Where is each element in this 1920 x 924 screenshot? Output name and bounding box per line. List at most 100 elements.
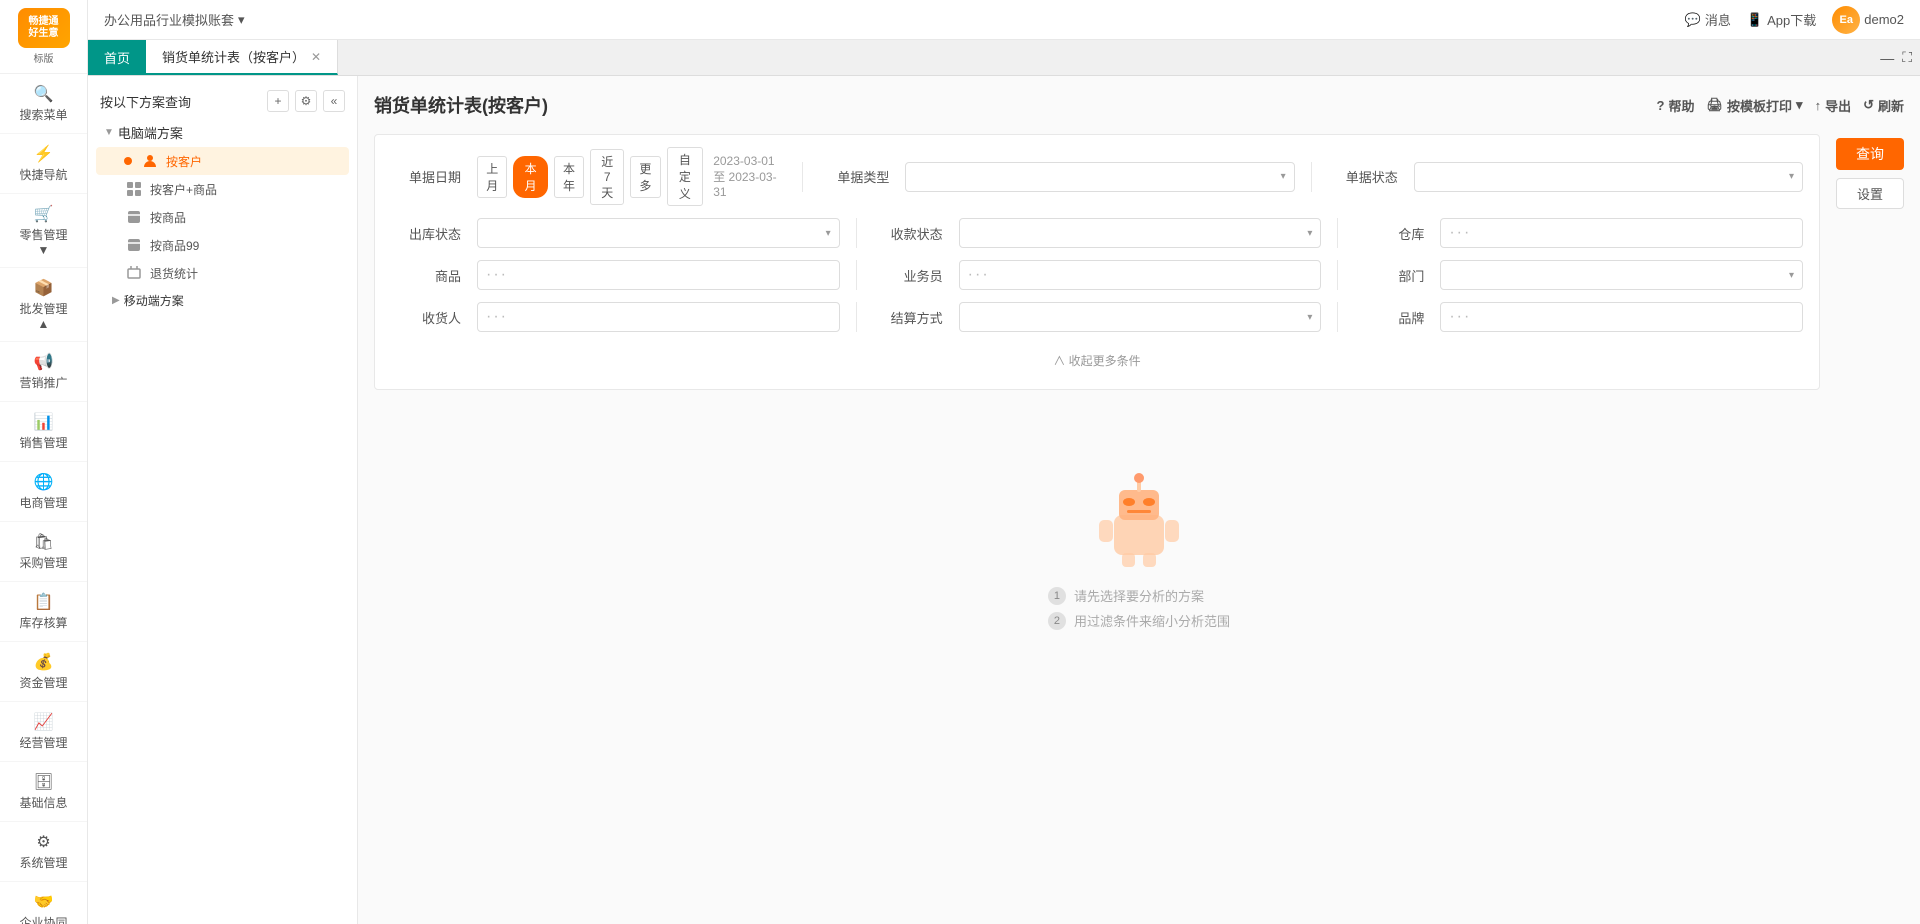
scheme-by-customer-goods[interactable]: 按客户+商品 (96, 175, 349, 203)
filter-row-1: 单据日期 上月 本月 本年 近7天 更多 自定义 2023-03-01 至 20… (391, 147, 1803, 206)
sidebar-item-label: 快捷导航 (4, 166, 83, 183)
sidebar-item-wholesale[interactable]: 📦 批发管理 ▲ (0, 268, 87, 342)
scheme-by-customer[interactable]: 按客户 (96, 147, 349, 175)
collapse-icon: « (331, 94, 338, 108)
recipient-label: 收货人 (391, 308, 461, 327)
mobile-scheme-group: ▶ 移动端方案 (88, 287, 357, 314)
user-profile-btn[interactable]: Ea demo2 (1832, 6, 1904, 34)
sidebar-item-finance[interactable]: 💰 资金管理 (0, 642, 87, 702)
export-btn[interactable]: ↑ 导出 (1815, 96, 1852, 115)
basic-icon: 🗄 (4, 772, 83, 792)
divider-4 (1337, 218, 1338, 248)
mobile-scheme-label: 移动端方案 (124, 292, 184, 309)
scheme-return-stat[interactable]: 退货统计 (96, 259, 349, 287)
sidebar-item-retail[interactable]: 🛒 零售管理 ▼ (0, 194, 87, 268)
avatar: Ea (1832, 6, 1860, 34)
goods-selector[interactable]: ··· (477, 260, 840, 290)
sidebar-item-basic[interactable]: 🗄 基础信息 (0, 762, 87, 822)
mobile-scheme-root[interactable]: ▶ 移动端方案 (96, 287, 349, 314)
dept-selector[interactable]: ▾ (1440, 260, 1803, 290)
out-status-arrow-icon: ▾ (826, 228, 831, 239)
doc-type-arrow-icon: ▾ (1281, 171, 1286, 182)
logo-image: 畅捷通好生意 (18, 8, 70, 48)
scheme-by-goods99[interactable]: 按商品99 (96, 231, 349, 259)
add-icon: + (274, 94, 281, 108)
divider-3 (856, 218, 857, 248)
finance-icon: 💰 (4, 652, 83, 672)
tabbar: 首页 销货单统计表（按客户） ✕ — ⛶ (88, 40, 1920, 76)
staff-selector[interactable]: ··· (959, 260, 1322, 290)
tab-maximize-icon[interactable]: ⛶ (1902, 49, 1912, 66)
help-icon: ? (1657, 98, 1665, 113)
settings-scheme-btn[interactable]: ⚙ (295, 90, 317, 112)
add-scheme-btn[interactable]: + (267, 90, 289, 112)
sidebar-item-enterprise[interactable]: 🤝 企业协同 (0, 882, 87, 924)
recipient-selector[interactable]: ··· (477, 302, 840, 332)
doc-type-label: 单据类型 (819, 167, 889, 186)
date-btn-this-year[interactable]: 本年 (554, 156, 584, 198)
warehouse-selector[interactable]: ··· (1440, 218, 1803, 248)
app-download-btn[interactable]: 📱 App下载 (1747, 10, 1816, 29)
warehouse-dots-icon: ··· (1449, 224, 1471, 242)
doc-status-selector[interactable]: ▾ (1414, 162, 1803, 192)
print-btn[interactable]: 🖨 按模板打印 ▾ (1707, 96, 1803, 115)
industry-selector[interactable]: 办公用品行业模拟账套 ▾ (104, 10, 245, 29)
help-label: 帮助 (1668, 96, 1694, 115)
avatar-initials: Ea (1840, 14, 1853, 26)
desktop-scheme-group: ▼ 电脑端方案 按客户 按客户+商品 (88, 118, 357, 287)
wholesale-arrow-icon: ▲ (38, 317, 50, 331)
query-button[interactable]: 查询 (1836, 138, 1904, 170)
message-label: 消息 (1705, 10, 1731, 29)
message-btn[interactable]: 💬 消息 (1685, 10, 1731, 29)
settings-icon: ⚙ (301, 94, 312, 108)
left-panel-actions: + ⚙ « (267, 90, 345, 112)
tab-sales-stat[interactable]: 销货单统计表（按客户） ✕ (146, 40, 338, 75)
tab-minimize-icon[interactable]: — (1880, 50, 1894, 66)
date-btn-more[interactable]: 更多 (630, 156, 660, 198)
date-range-value: 2023-03-01 至 2023-03-31 (713, 154, 786, 199)
sidebar-item-search-menu[interactable]: 🔍 搜索菜单 (0, 74, 87, 134)
sidebar-item-marketing[interactable]: 📢 营销推广 (0, 342, 87, 402)
collapse-panel-btn[interactable]: « (323, 90, 345, 112)
date-btn-this-month[interactable]: 本月 (513, 156, 547, 198)
out-status-selector[interactable]: ▾ (477, 218, 840, 248)
empty-robot-illustration (1089, 470, 1189, 570)
sidebar-item-quick-nav[interactable]: ⚡ 快捷导航 (0, 134, 87, 194)
scheme-by-goods[interactable]: 按商品 (96, 203, 349, 231)
app-download-icon: 📱 (1747, 12, 1763, 28)
system-icon: ⚙ (4, 832, 83, 852)
sidebar-item-label: 零售管理 (4, 226, 83, 243)
goods-icon (124, 207, 144, 227)
sidebar-item-label: 基础信息 (4, 794, 83, 811)
main-area: 办公用品行业模拟账套 ▾ 💬 消息 📱 App下载 Ea demo2 首页 (88, 0, 1920, 924)
sidebar-item-inventory[interactable]: 📋 库存核算 (0, 582, 87, 642)
date-btn-last7[interactable]: 近7天 (590, 149, 624, 205)
sidebar-item-system[interactable]: ⚙ 系统管理 (0, 822, 87, 882)
recv-status-selector[interactable]: ▾ (959, 218, 1322, 248)
settle-selector[interactable]: ▾ (959, 302, 1322, 332)
purchase-icon: 🛍 (4, 532, 83, 552)
filter-and-btn-area: 单据日期 上月 本月 本年 近7天 更多 自定义 2023-03-01 至 20… (374, 134, 1904, 390)
hint-text-1: 请先选择要分析的方案 (1074, 586, 1204, 605)
date-btn-last-month[interactable]: 上月 (477, 156, 507, 198)
wholesale-icon: 📦 (4, 278, 83, 298)
goods-label: 商品 (391, 266, 461, 285)
date-btn-custom[interactable]: 自定义 (667, 147, 704, 206)
desktop-scheme-root[interactable]: ▼ 电脑端方案 (96, 118, 349, 147)
print-icon: 🖨 (1707, 97, 1724, 113)
brand-selector[interactable]: ··· (1440, 302, 1803, 332)
sidebar-item-operation[interactable]: 📈 经营管理 (0, 702, 87, 762)
desktop-scheme-arrow-icon: ▼ (104, 127, 114, 138)
collapse-bar[interactable]: ∧ 收起更多条件 (391, 344, 1803, 377)
help-btn[interactable]: ? 帮助 (1657, 96, 1695, 115)
refresh-btn[interactable]: ↺ 刷新 (1863, 96, 1904, 115)
sidebar-item-purchase[interactable]: 🛍 采购管理 (0, 522, 87, 582)
tab-home[interactable]: 首页 (88, 40, 146, 75)
settings-button[interactable]: 设置 (1836, 178, 1904, 209)
sidebar-item-ecommerce[interactable]: 🌐 电商管理 (0, 462, 87, 522)
doc-type-selector[interactable]: ▾ (905, 162, 1294, 192)
tab-close-icon[interactable]: ✕ (311, 50, 321, 64)
sidebar-item-sales[interactable]: 📊 销售管理 (0, 402, 87, 462)
marketing-icon: 📢 (4, 352, 83, 372)
sidebar-item-label: 营销推广 (4, 374, 83, 391)
